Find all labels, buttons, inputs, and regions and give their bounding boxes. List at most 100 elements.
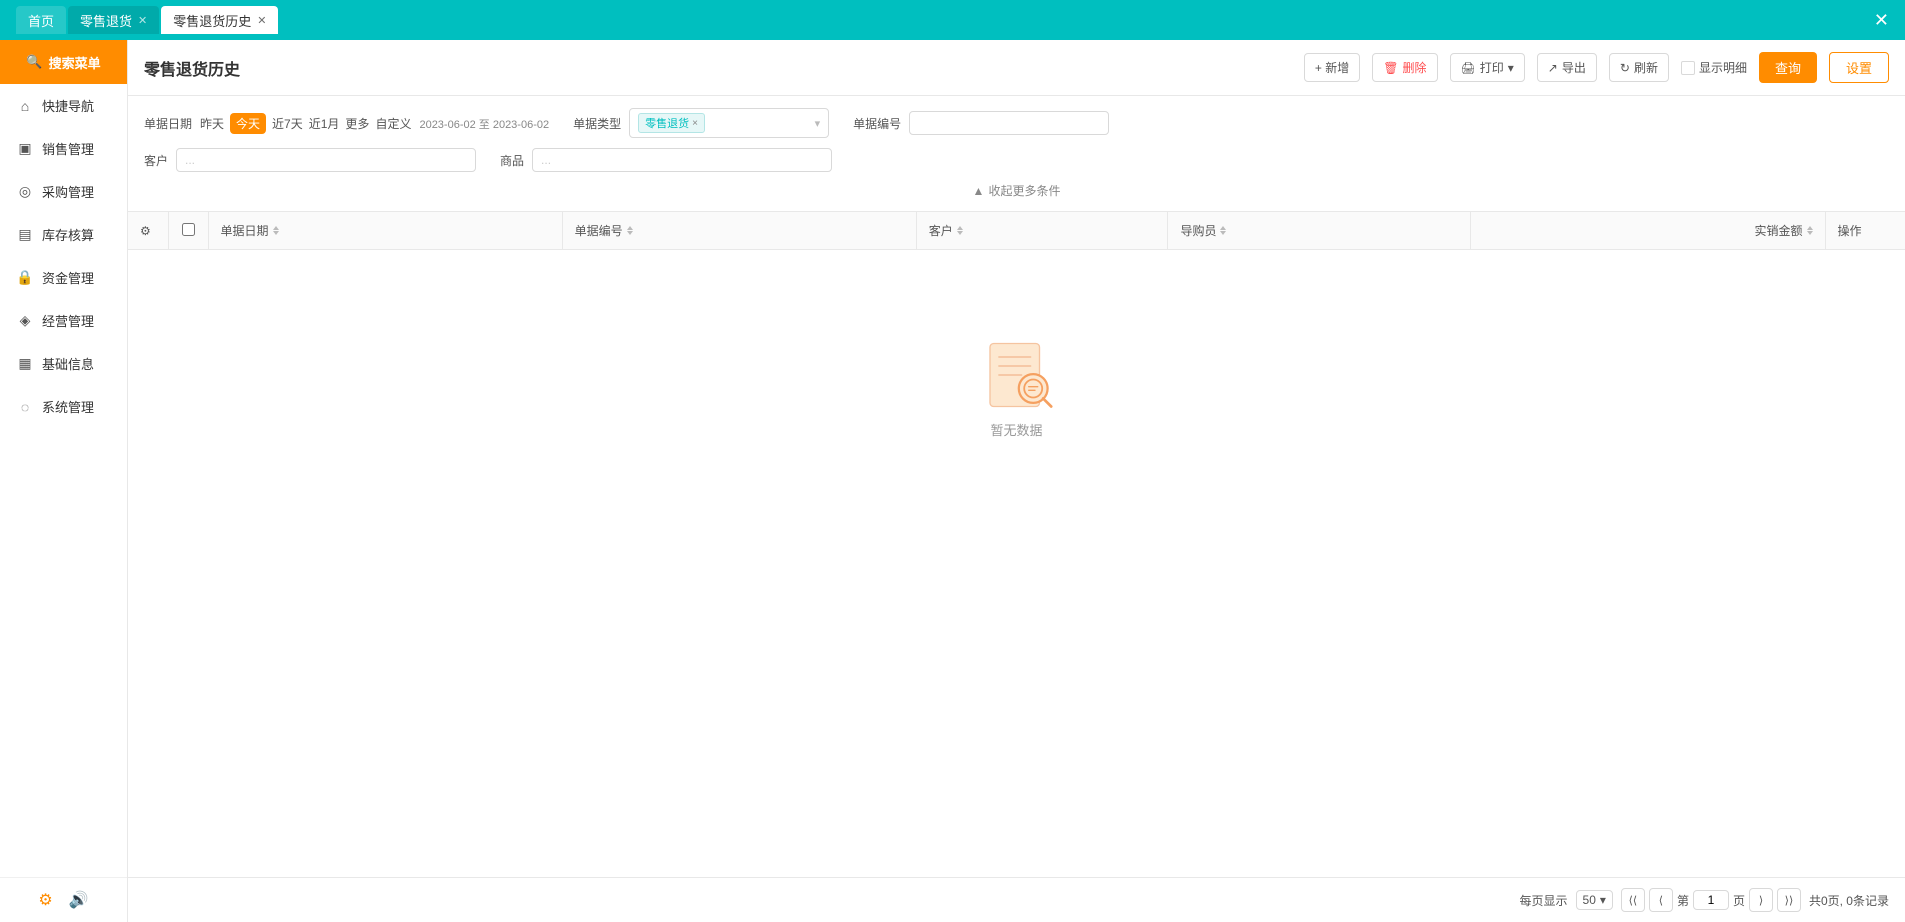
filter-customer: 客户 ...: [144, 148, 476, 172]
bill-type-select[interactable]: 零售退货 × ▾: [629, 108, 829, 138]
print-button[interactable]: 🖨 打印 ▾: [1450, 53, 1525, 82]
sort-icon-amount: [1807, 226, 1813, 235]
th-bill-number[interactable]: 单据编号: [562, 212, 916, 250]
page-title: 零售退货历史: [144, 56, 240, 80]
sidebar-item-finance[interactable]: 🔒 资金管理: [0, 256, 127, 299]
th-bill-date[interactable]: 单据日期: [208, 212, 562, 250]
main-layout: 🔍 搜索菜单 ⌂ 快捷导航 ▣ 销售管理 ◎ 采购管理 ▤ 库存核算 🔒 资金管…: [0, 40, 1905, 922]
sidebar-item-inventory[interactable]: ▤ 库存核算: [0, 213, 127, 256]
tab-home[interactable]: 首页: [16, 6, 66, 34]
delete-button[interactable]: 🗑 删除: [1372, 53, 1437, 82]
sidebar-item-sales-mgmt[interactable]: ▣ 销售管理: [0, 127, 127, 170]
page-size-value: 50: [1583, 893, 1596, 907]
tab-retail-return-close[interactable]: ✕: [138, 14, 147, 27]
sidebar: 🔍 搜索菜单 ⌂ 快捷导航 ▣ 销售管理 ◎ 采购管理 ▤ 库存核算 🔒 资金管…: [0, 40, 128, 922]
setting-button[interactable]: 设置: [1829, 52, 1889, 83]
next-page-button[interactable]: ⟩: [1749, 888, 1773, 912]
top-bar: 首页 零售退货 ✕ 零售退货历史 ✕ ✕: [0, 0, 1905, 40]
settings-footer-icon[interactable]: ⚙: [38, 890, 52, 910]
bill-date-label: 单据日期: [144, 115, 192, 132]
sort-icon-bill-number: [627, 226, 633, 235]
refresh-button[interactable]: ↻ 刷新: [1609, 53, 1669, 82]
th-settings[interactable]: ⚙: [128, 212, 168, 250]
display-detail-check: [1681, 61, 1695, 75]
bill-type-tag-close[interactable]: ×: [692, 118, 698, 129]
select-all-checkbox[interactable]: [182, 223, 195, 236]
page-size-dropdown-icon: ▾: [1600, 893, 1606, 907]
print-dropdown-icon: ▾: [1508, 61, 1514, 75]
bill-number-input[interactable]: [909, 111, 1109, 135]
prev-page-button[interactable]: ⟨: [1649, 888, 1673, 912]
export-button[interactable]: ↗ 导出: [1537, 53, 1597, 82]
refresh-icon: ↻: [1620, 61, 1630, 75]
page-unit: 页: [1733, 892, 1745, 909]
lock-icon: 🔒: [16, 269, 34, 287]
filter-area: 单据日期 昨天 今天 近7天 近1月 更多 自定义 2023-06-02 至 2…: [128, 96, 1905, 212]
operations-icon: ◈: [16, 312, 34, 330]
sidebar-search[interactable]: 🔍 搜索菜单: [0, 40, 127, 84]
goods-input[interactable]: ...: [532, 148, 832, 172]
collapse-icon: ▲: [973, 184, 985, 198]
box-icon: ▤: [16, 226, 34, 244]
customer-label: 客户: [144, 152, 168, 169]
page-nav: ⟨⟨ ⟨ 第 页 ⟩ ⟩⟩: [1621, 888, 1801, 912]
add-button[interactable]: + 新增: [1304, 53, 1360, 82]
th-amount[interactable]: 实销金额: [1471, 212, 1825, 250]
doc-icon: ▦: [16, 355, 34, 373]
collapse-button[interactable]: ▲ 收起更多条件: [144, 182, 1889, 199]
th-checkbox[interactable]: [168, 212, 208, 250]
speaker-footer-icon[interactable]: 🔊: [69, 890, 89, 910]
sidebar-item-label: 资金管理: [42, 268, 94, 287]
sidebar-item-label: 基础信息: [42, 354, 94, 373]
table-header: ⚙ 单据日期: [128, 212, 1905, 250]
query-button[interactable]: 查询: [1759, 52, 1817, 83]
date-opt-custom[interactable]: 自定义: [375, 115, 411, 132]
total-info: 共0页, 0条记录: [1809, 892, 1889, 909]
delete-icon: 🗑: [1383, 61, 1398, 75]
date-opt-more[interactable]: 更多: [345, 115, 369, 132]
tab-list: 首页 零售退货 ✕ 零售退货历史 ✕: [16, 6, 1866, 34]
sidebar-item-purchase-mgmt[interactable]: ◎ 采购管理: [0, 170, 127, 213]
display-detail-checkbox[interactable]: 显示明细: [1681, 59, 1747, 76]
filter-goods: 商品 ...: [500, 148, 832, 172]
th-guide[interactable]: 导购员: [1168, 212, 1471, 250]
table-area: ⚙ 单据日期: [128, 212, 1905, 922]
goods-label: 商品: [500, 152, 524, 169]
tab-retail-return-history[interactable]: 零售退货历史 ✕: [161, 6, 278, 34]
date-filter-options: 昨天 今天 近7天 近1月 更多 自定义: [200, 113, 411, 134]
tab-retail-return[interactable]: 零售退货 ✕: [68, 6, 159, 34]
bill-type-label: 单据类型: [573, 115, 621, 132]
column-settings-icon[interactable]: ⚙: [140, 224, 151, 238]
window-close-button[interactable]: ✕: [1866, 6, 1897, 35]
first-page-button[interactable]: ⟨⟨: [1621, 888, 1645, 912]
sidebar-item-operations[interactable]: ◈ 经营管理: [0, 299, 127, 342]
home-icon: ⌂: [16, 97, 34, 115]
sidebar-item-label: 系统管理: [42, 397, 94, 416]
page-input[interactable]: [1693, 890, 1729, 910]
sidebar-item-basic-info[interactable]: ▦ 基础信息: [0, 342, 127, 385]
date-opt-today[interactable]: 今天: [230, 113, 266, 134]
filter-bill-number: 单据编号: [853, 111, 1109, 135]
sidebar-item-quick-nav[interactable]: ⌂ 快捷导航: [0, 84, 127, 127]
header-actions: + 新增 🗑 删除 🖨 打印 ▾ ↗ 导出 ↻ 刷新: [1304, 52, 1889, 83]
customer-input[interactable]: ...: [176, 148, 476, 172]
date-opt-yesterday[interactable]: 昨天: [200, 115, 224, 132]
bill-number-label: 单据编号: [853, 115, 901, 132]
page-size-select[interactable]: 50 ▾: [1576, 890, 1613, 910]
empty-text: 暂无数据: [990, 420, 1042, 439]
print-icon: 🖨: [1461, 61, 1476, 75]
chart-icon: ▣: [16, 140, 34, 158]
filter-row-1: 单据日期 昨天 今天 近7天 近1月 更多 自定义 2023-06-02 至 2…: [144, 108, 1889, 138]
last-page-button[interactable]: ⟩⟩: [1777, 888, 1801, 912]
th-operations: 操作: [1825, 212, 1905, 250]
tab-retail-return-history-close[interactable]: ✕: [257, 14, 266, 27]
sidebar-item-label: 库存核算: [42, 225, 94, 244]
sidebar-item-system-mgmt[interactable]: ◌ 系统管理: [0, 385, 127, 428]
bill-type-tag: 零售退货 ×: [638, 113, 705, 133]
date-opt-7days[interactable]: 近7天: [272, 115, 303, 132]
th-customer[interactable]: 客户: [916, 212, 1168, 250]
sort-icon-guide: [1220, 226, 1226, 235]
date-opt-1month[interactable]: 近1月: [309, 115, 340, 132]
sidebar-footer: ⚙ 🔊: [0, 877, 127, 922]
sidebar-item-label: 快捷导航: [42, 96, 94, 115]
